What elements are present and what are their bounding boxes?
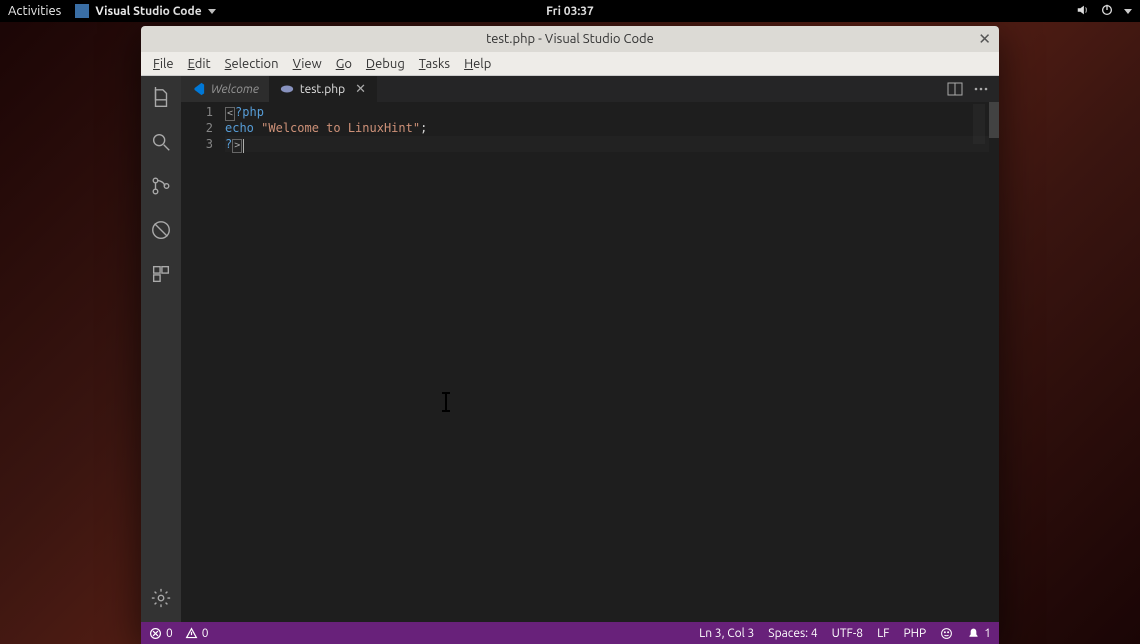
code-content[interactable]: <?php echo "Welcome to LinuxHint"; ?>: [225, 102, 989, 622]
explorer-icon[interactable]: [149, 86, 173, 110]
window-title: test.php - Visual Studio Code: [486, 32, 654, 46]
debug-icon[interactable]: [149, 218, 173, 242]
window-titlebar[interactable]: test.php - Visual Studio Code ✕: [141, 26, 999, 52]
editor-area: Welcome test.php ✕: [181, 76, 999, 622]
status-indentation[interactable]: Spaces: 4: [768, 627, 817, 640]
more-actions-icon[interactable]: [973, 81, 989, 97]
mouse-text-cursor: [445, 394, 447, 410]
menu-tasks[interactable]: Tasks: [413, 55, 456, 73]
tab-label: test.php: [300, 83, 345, 96]
line-number-gutter: 1 2 3: [181, 102, 225, 622]
menu-go[interactable]: Go: [330, 55, 358, 73]
split-editor-icon[interactable]: [947, 81, 963, 97]
status-notifications-count: 1: [984, 627, 991, 640]
menu-file[interactable]: File: [147, 55, 180, 73]
gnome-top-panel: Activities Visual Studio Code Fri 03:37: [0, 0, 1140, 22]
chevron-down-icon: [208, 9, 216, 14]
menu-help[interactable]: Help: [458, 55, 497, 73]
active-app-name: Visual Studio Code: [95, 5, 201, 18]
status-bar: 0 0 Ln 3, Col 3 Spaces: 4 UTF-8 LF PHP 1: [141, 622, 999, 644]
status-errors[interactable]: 0: [149, 627, 173, 640]
power-icon[interactable]: [1100, 3, 1114, 20]
menu-edit[interactable]: Edit: [182, 55, 217, 73]
status-eol[interactable]: LF: [877, 627, 889, 640]
status-language[interactable]: PHP: [904, 627, 927, 640]
clock[interactable]: Fri 03:37: [546, 5, 594, 18]
tab-test-php[interactable]: test.php ✕: [270, 76, 377, 102]
chevron-down-icon[interactable]: [1124, 9, 1132, 14]
status-cursor-position[interactable]: Ln 3, Col 3: [699, 627, 754, 640]
status-warnings-count: 0: [202, 627, 209, 640]
activity-bar: [141, 76, 181, 622]
extensions-icon[interactable]: [149, 262, 173, 286]
line-number: 3: [181, 136, 213, 152]
status-errors-count: 0: [166, 627, 173, 640]
editor-tab-bar: Welcome test.php ✕: [181, 76, 999, 102]
vscode-window: test.php - Visual Studio Code ✕ File Edi…: [141, 26, 999, 644]
code-line: echo "Welcome to LinuxHint";: [225, 120, 989, 136]
tab-welcome[interactable]: Welcome: [181, 76, 270, 102]
activities-button[interactable]: Activities: [8, 4, 61, 18]
menu-selection[interactable]: Selection: [219, 55, 285, 73]
tab-close-icon[interactable]: ✕: [355, 82, 366, 97]
vscode-app-icon: [75, 4, 89, 18]
status-encoding[interactable]: UTF-8: [832, 627, 863, 640]
active-app-menu[interactable]: Visual Studio Code: [75, 4, 215, 18]
text-cursor: [243, 139, 244, 153]
search-icon[interactable]: [149, 130, 173, 154]
tab-label: Welcome: [211, 83, 259, 96]
status-feedback-icon[interactable]: [940, 627, 953, 640]
status-notifications[interactable]: 1: [967, 627, 991, 640]
scrollbar-thumb[interactable]: [989, 102, 999, 138]
code-editor[interactable]: 1 2 3 <?php echo "Welcome to LinuxHint";…: [181, 102, 999, 622]
vscode-icon: [191, 82, 205, 96]
minimap[interactable]: [973, 104, 985, 144]
settings-gear-icon[interactable]: [149, 586, 173, 610]
menu-bar: File Edit Selection View Go Debug Tasks …: [141, 52, 999, 76]
menu-view[interactable]: View: [287, 55, 328, 73]
volume-icon[interactable]: [1076, 3, 1090, 20]
vertical-scrollbar[interactable]: [989, 102, 999, 622]
line-number: 2: [181, 120, 213, 136]
workbench: Welcome test.php ✕: [141, 76, 999, 622]
code-line: <?php: [225, 104, 989, 120]
close-icon[interactable]: ✕: [978, 30, 991, 48]
source-control-icon[interactable]: [149, 174, 173, 198]
status-warnings[interactable]: 0: [185, 627, 209, 640]
php-file-icon: [280, 82, 294, 96]
line-number: 1: [181, 104, 213, 120]
code-line: ?>: [225, 136, 989, 152]
menu-debug[interactable]: Debug: [360, 55, 411, 73]
